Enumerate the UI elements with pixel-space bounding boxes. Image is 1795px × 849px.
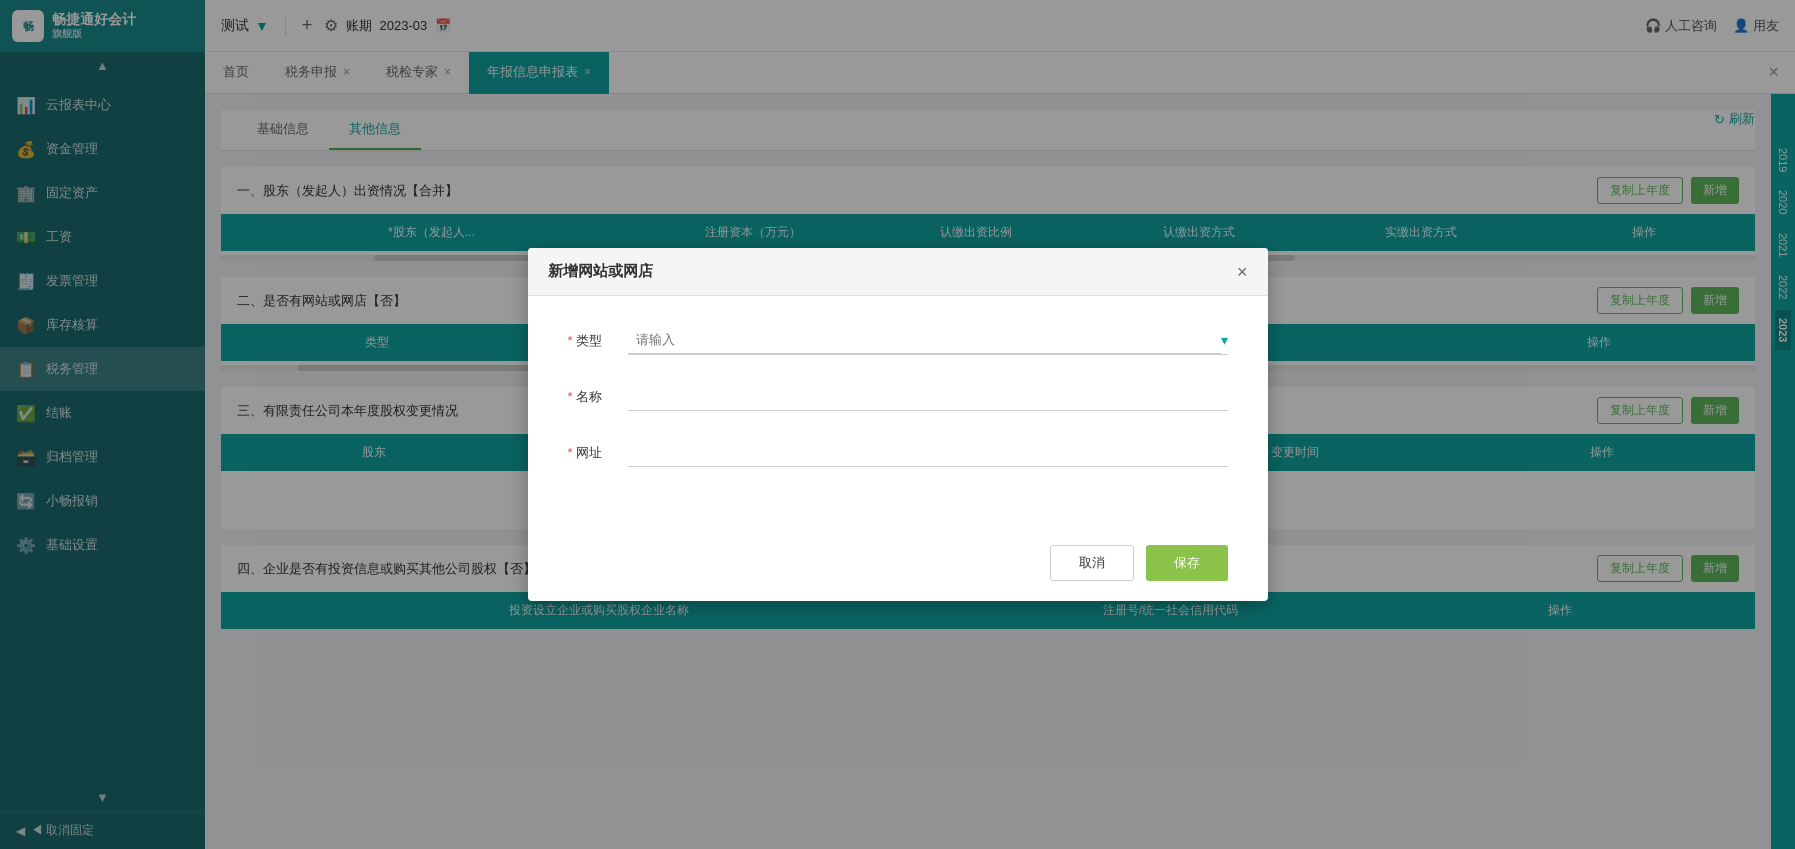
type-dropdown-icon: ▾ [1221,332,1228,348]
modal-body: * 类型 ▾ * 名称 * 网址 [528,296,1268,525]
form-row-name: * 名称 [568,383,1228,411]
form-row-type: * 类型 ▾ [568,326,1228,355]
url-label: * 网址 [568,444,628,462]
save-button[interactable]: 保存 [1146,545,1228,581]
cancel-button[interactable]: 取消 [1050,545,1134,581]
required-star: * [568,333,573,348]
required-star-url: * [568,445,573,460]
type-label: * 类型 [568,332,628,350]
add-website-modal: 新增网站或网店 × * 类型 ▾ * 名称 [528,248,1268,601]
form-row-url: * 网址 [568,439,1228,467]
name-label: * 名称 [568,388,628,406]
modal-close-button[interactable]: × [1237,263,1248,281]
modal-header: 新增网站或网店 × [528,248,1268,296]
url-input[interactable] [628,439,1228,467]
modal-title: 新增网站或网店 [548,262,653,281]
type-input[interactable] [628,326,1221,354]
type-label-text: 类型 [576,333,602,348]
type-select-wrapper: ▾ [628,326,1228,355]
name-input[interactable] [628,383,1228,411]
modal-footer: 取消 保存 [528,525,1268,601]
modal-overlay: 新增网站或网店 × * 类型 ▾ * 名称 [0,0,1795,849]
url-label-text: 网址 [576,445,602,460]
required-star-name: * [568,389,573,404]
name-label-text: 名称 [576,389,602,404]
